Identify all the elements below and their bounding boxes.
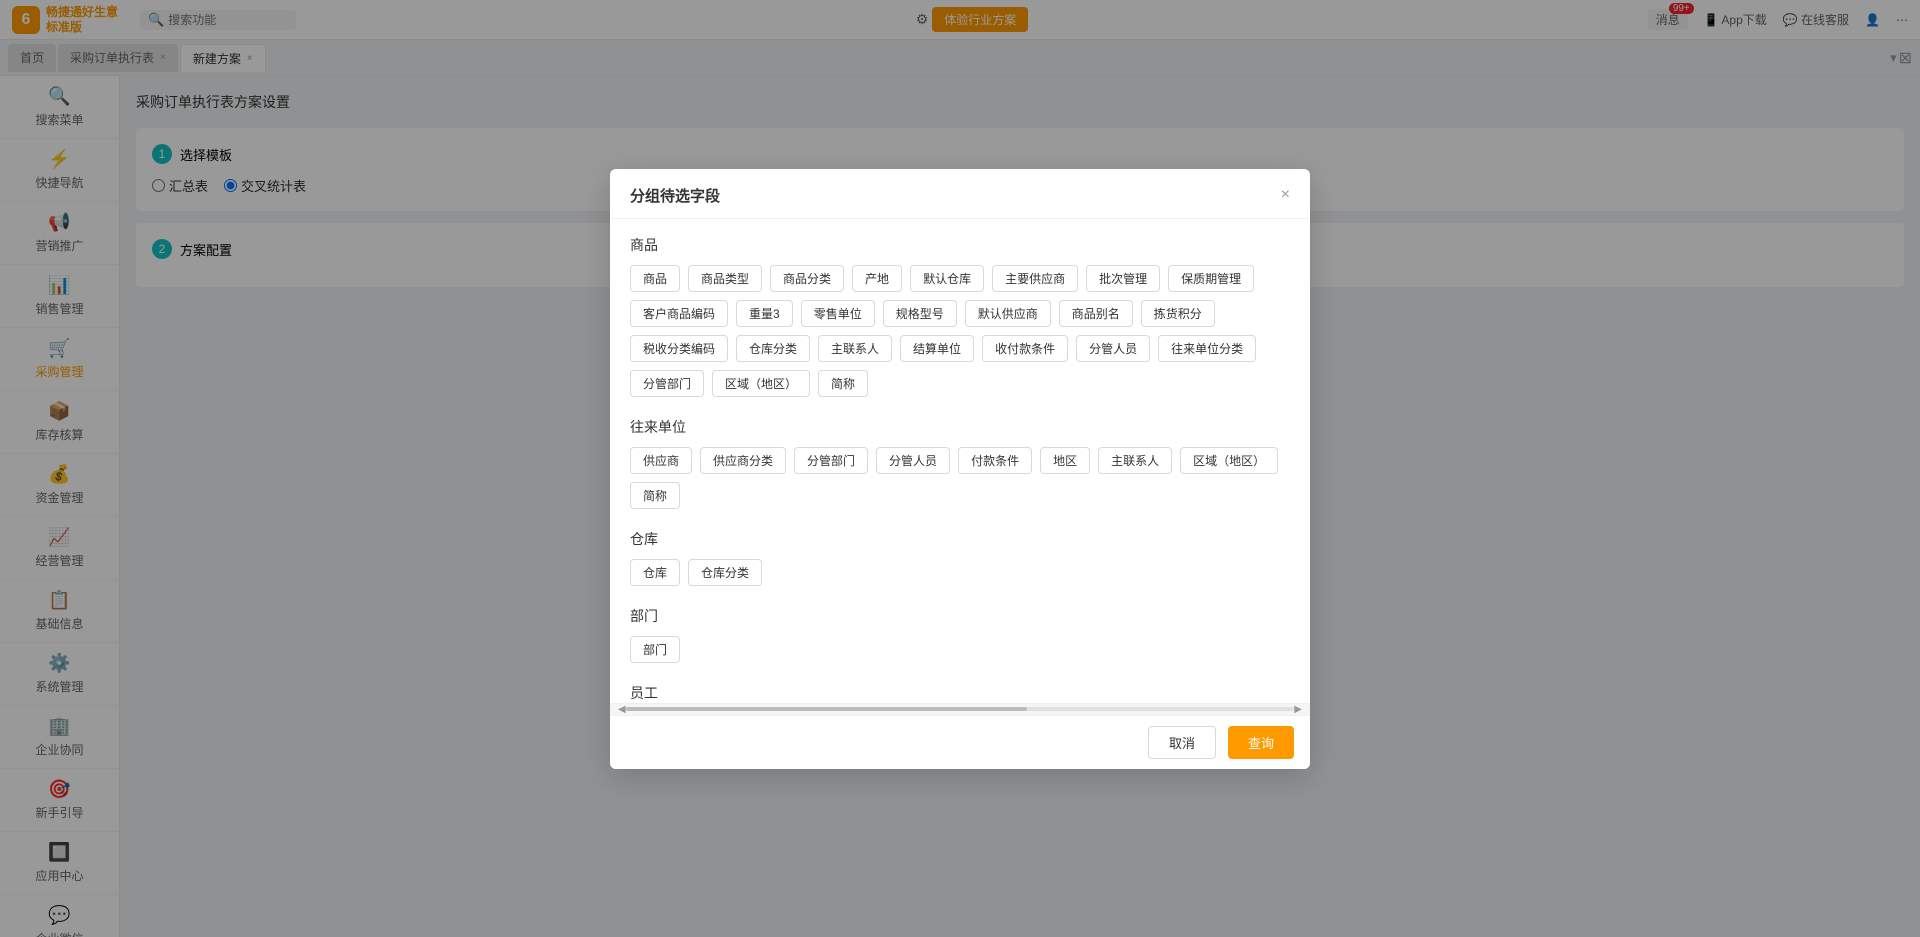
section-employee-title: 员工 <box>630 683 1290 703</box>
section-employee: 员工 业务员 <box>630 683 1290 703</box>
field-tag[interactable]: 部门 <box>630 636 680 663</box>
field-tag[interactable]: 税收分类编码 <box>630 335 728 362</box>
field-tag[interactable]: 区域（地区） <box>1180 447 1278 474</box>
field-tag[interactable]: 零售单位 <box>801 300 875 327</box>
field-tag[interactable]: 主要供应商 <box>992 265 1078 292</box>
field-tag[interactable]: 仓库分类 <box>688 559 762 586</box>
field-tag[interactable]: 规格型号 <box>883 300 957 327</box>
field-tag[interactable]: 付款条件 <box>958 447 1032 474</box>
field-tag[interactable]: 供应商 <box>630 447 692 474</box>
hscroll-right-arrow[interactable]: ▶ <box>1294 704 1302 715</box>
field-tag[interactable]: 地区 <box>1040 447 1090 474</box>
section-goods: 商品 商品 商品类型 商品分类 产地 默认仓库 主要供应商 批次管理 保质期管理… <box>630 235 1290 397</box>
field-tag[interactable]: 客户商品编码 <box>630 300 728 327</box>
hscroll-thumb[interactable] <box>626 707 1027 711</box>
field-tag[interactable]: 商品类型 <box>688 265 762 292</box>
field-tag[interactable]: 往来单位分类 <box>1158 335 1256 362</box>
field-tag[interactable]: 分管人员 <box>1076 335 1150 362</box>
field-tag[interactable]: 产地 <box>852 265 902 292</box>
field-tag[interactable]: 批次管理 <box>1086 265 1160 292</box>
field-tag[interactable]: 默认供应商 <box>965 300 1051 327</box>
hscroll-track <box>626 707 1295 711</box>
field-tag[interactable]: 收付款条件 <box>982 335 1068 362</box>
field-tag[interactable]: 简称 <box>818 370 868 397</box>
field-tag[interactable]: 主联系人 <box>1098 447 1172 474</box>
modal-title: 分组待选字段 <box>630 185 720 206</box>
section-counterpart-title: 往来单位 <box>630 417 1290 437</box>
field-tag[interactable]: 结算单位 <box>900 335 974 362</box>
field-tag[interactable]: 简称 <box>630 482 680 509</box>
modal-overlay[interactable]: 分组待选字段 × 商品 商品 商品类型 商品分类 产地 默认仓库 主要供应商 批… <box>0 0 1920 937</box>
field-tag[interactable]: 拣货积分 <box>1141 300 1215 327</box>
section-warehouse-title: 仓库 <box>630 529 1290 549</box>
field-tag[interactable]: 主联系人 <box>818 335 892 362</box>
field-tag[interactable]: 仓库分类 <box>736 335 810 362</box>
field-tag[interactable]: 供应商分类 <box>700 447 786 474</box>
section-warehouse: 仓库 仓库 仓库分类 <box>630 529 1290 586</box>
cancel-button[interactable]: 取消 <box>1148 726 1216 759</box>
section-warehouse-tags: 仓库 仓库分类 <box>630 559 1290 586</box>
section-department-title: 部门 <box>630 606 1290 626</box>
modal-close-button[interactable]: × <box>1281 186 1290 204</box>
field-tag[interactable]: 分管部门 <box>794 447 868 474</box>
section-goods-title: 商品 <box>630 235 1290 255</box>
hscroll-left-arrow[interactable]: ◀ <box>618 704 626 715</box>
field-tag[interactable]: 保质期管理 <box>1168 265 1254 292</box>
field-tag[interactable]: 仓库 <box>630 559 680 586</box>
field-tag[interactable]: 默认仓库 <box>910 265 984 292</box>
section-counterpart: 往来单位 供应商 供应商分类 分管部门 分管人员 付款条件 地区 主联系人 区域… <box>630 417 1290 509</box>
modal-horizontal-scrollbar[interactable]: ◀ ▶ <box>610 703 1310 715</box>
section-department-tags: 部门 <box>630 636 1290 663</box>
section-counterpart-tags: 供应商 供应商分类 分管部门 分管人员 付款条件 地区 主联系人 区域（地区） … <box>630 447 1290 509</box>
confirm-button[interactable]: 查询 <box>1228 726 1294 759</box>
section-goods-tags: 商品 商品类型 商品分类 产地 默认仓库 主要供应商 批次管理 保质期管理 客户… <box>630 265 1290 397</box>
field-tag[interactable]: 区域（地区） <box>712 370 810 397</box>
field-tag[interactable]: 商品分类 <box>770 265 844 292</box>
field-tag[interactable]: 分管人员 <box>876 447 950 474</box>
field-tag[interactable]: 重量3 <box>736 300 793 327</box>
field-tag[interactable]: 分管部门 <box>630 370 704 397</box>
field-select-modal: 分组待选字段 × 商品 商品 商品类型 商品分类 产地 默认仓库 主要供应商 批… <box>610 169 1310 769</box>
modal-body: 商品 商品 商品类型 商品分类 产地 默认仓库 主要供应商 批次管理 保质期管理… <box>610 219 1310 703</box>
modal-header: 分组待选字段 × <box>610 169 1310 219</box>
field-tag[interactable]: 商品 <box>630 265 680 292</box>
section-department: 部门 部门 <box>630 606 1290 663</box>
modal-footer: 取消 查询 <box>610 715 1310 769</box>
field-tag[interactable]: 商品别名 <box>1059 300 1133 327</box>
